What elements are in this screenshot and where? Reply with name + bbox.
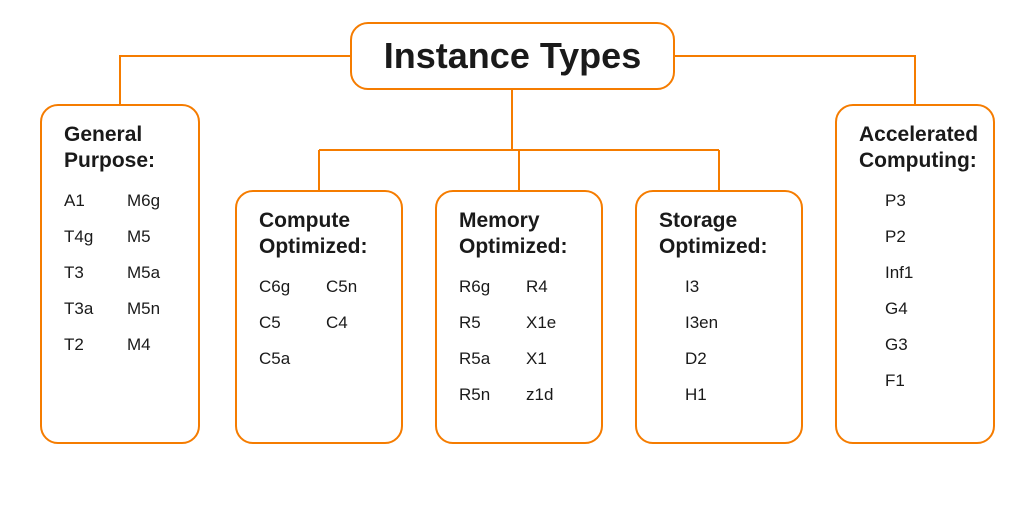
category-compute-optimized: Compute Optimized: C6g C5n C5 C4 C5a — [235, 190, 403, 444]
category-storage-optimized: Storage Optimized: I3 I3en D2 H1 — [635, 190, 803, 444]
instance-type: P2 — [885, 227, 977, 247]
instance-type: z1d — [526, 385, 585, 405]
instance-type: A1 — [64, 191, 119, 211]
instance-type: R6g — [459, 277, 518, 297]
category-title: General Purpose: — [64, 122, 182, 175]
instance-type: R5 — [459, 313, 518, 333]
root-title: Instance Types — [384, 35, 641, 77]
instance-type: X1 — [526, 349, 585, 369]
instance-type: C5 — [259, 313, 318, 333]
category-title: Compute Optimized: — [259, 208, 385, 261]
category-items: P3 P2 Inf1 G4 G3 F1 — [859, 191, 977, 391]
instance-type: M5a — [127, 263, 182, 283]
instance-type: H1 — [685, 385, 785, 405]
instance-type: M5 — [127, 227, 182, 247]
category-title: Storage Optimized: — [659, 208, 785, 261]
category-memory-optimized: Memory Optimized: R6g R4 R5 X1e R5a X1 R5n z1d — [435, 190, 603, 444]
instance-type: C5n — [326, 277, 385, 297]
category-items: R6g R4 R5 X1e R5a X1 R5n z1d — [459, 277, 585, 405]
instance-type: P3 — [885, 191, 977, 211]
instance-type: D2 — [685, 349, 785, 369]
instance-type: R4 — [526, 277, 585, 297]
instance-type: I3en — [685, 313, 785, 333]
instance-type: M6g — [127, 191, 182, 211]
instance-type: C6g — [259, 277, 318, 297]
category-title: Memory Optimized: — [459, 208, 585, 261]
category-items: C6g C5n C5 C4 C5a — [259, 277, 385, 369]
instance-type: F1 — [885, 371, 977, 391]
instance-type: C5a — [259, 349, 318, 369]
instance-type: T3a — [64, 299, 119, 319]
category-items: A1 M6g T4g M5 T3 M5a T3a M5n T2 M4 — [64, 191, 182, 355]
instance-type: G4 — [885, 299, 977, 319]
category-items: I3 I3en D2 H1 — [659, 277, 785, 405]
instance-type: T3 — [64, 263, 119, 283]
instance-type: I3 — [685, 277, 785, 297]
instance-type: T4g — [64, 227, 119, 247]
category-title: Accelerated Computing: — [859, 122, 977, 175]
instance-type: R5a — [459, 349, 518, 369]
instance-type: T2 — [64, 335, 119, 355]
instance-type: G3 — [885, 335, 977, 355]
diagram-stage: Instance Types General Purpose: A1 M6g T4g… — [0, 0, 1025, 513]
category-general-purpose: General Purpose: A1 M6g T4g M5 T3 M5a T3a M5n T2… — [40, 104, 200, 444]
instance-type: M5n — [127, 299, 182, 319]
instance-type: X1e — [526, 313, 585, 333]
instance-type: C4 — [326, 313, 385, 333]
instance-type: R5n — [459, 385, 518, 405]
root-node: Instance Types — [350, 22, 675, 90]
instance-type: Inf1 — [885, 263, 977, 283]
instance-type: M4 — [127, 335, 182, 355]
category-accelerated-computing: Accelerated Computing: P3 P2 Inf1 G4 G3 F1 — [835, 104, 995, 444]
